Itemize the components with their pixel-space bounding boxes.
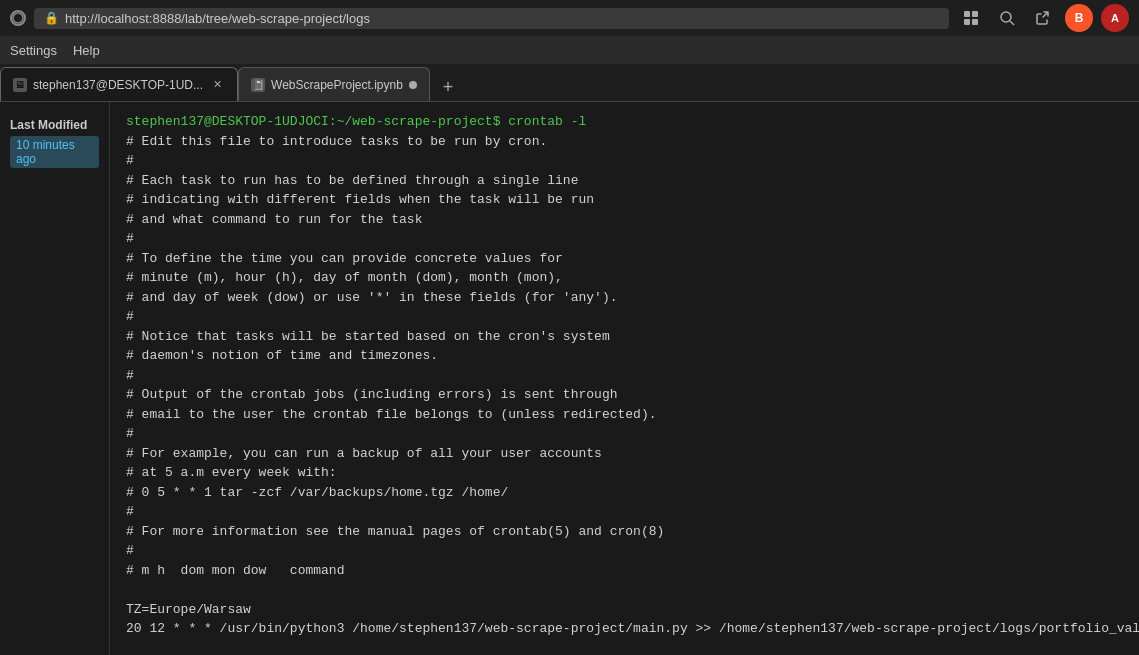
menu-bar: Settings Help: [0, 36, 1139, 64]
svg-rect-2: [972, 11, 978, 17]
zoom-button[interactable]: [993, 4, 1021, 32]
sidebar-last-modified: Last Modified 10 minutes ago: [0, 110, 109, 176]
terminal-line-13: # Output of the crontab jobs (including …: [126, 385, 1123, 405]
terminal-line-17: # at 5 a.m every week with:: [126, 463, 1123, 483]
terminal-line-3: # indicating with different fields when …: [126, 190, 1123, 210]
svg-point-5: [1001, 12, 1011, 22]
terminal-line-20: # For more information see the manual pa…: [126, 522, 1123, 542]
address-bar[interactable]: 🔒 http://localhost:8888/lab/tree/web-scr…: [34, 8, 949, 29]
new-tab-button[interactable]: +: [434, 73, 462, 101]
terminal-line-15: #: [126, 424, 1123, 444]
terminal-line-9: #: [126, 307, 1123, 327]
tab-notebook[interactable]: 📓 WebScrapeProject.ipynb: [238, 67, 430, 101]
terminal-line-6: # To define the time you can provide con…: [126, 249, 1123, 269]
main-content: Last Modified 10 minutes ago stephen137@…: [0, 102, 1139, 655]
terminal-line-10: # Notice that tasks will be started base…: [126, 327, 1123, 347]
terminal-area[interactable]: stephen137@DESKTOP-1UDJOCI:~/web-scrape-…: [110, 102, 1139, 655]
terminal-line-4: # and what command to run for the task: [126, 210, 1123, 230]
terminal-line-5: #: [126, 229, 1123, 249]
extensions-button[interactable]: [957, 4, 985, 32]
svg-point-0: [13, 13, 23, 23]
share-button[interactable]: [1029, 4, 1057, 32]
svg-rect-4: [972, 19, 978, 25]
terminal-line-16: # For example, you can run a backup of a…: [126, 444, 1123, 464]
tab-notebook-favicon: 📓: [251, 78, 265, 92]
tab-notebook-label: WebScrapeProject.ipynb: [271, 78, 403, 92]
last-modified-value: 10 minutes ago: [10, 136, 99, 168]
terminal-line-8: # and day of week (dow) or use '*' in th…: [126, 288, 1123, 308]
terminal-line-11: # daemon's notion of time and timezones.: [126, 346, 1123, 366]
tab-terminal-close[interactable]: ✕: [209, 77, 225, 93]
menu-settings[interactable]: Settings: [10, 43, 57, 58]
browser-icon: [10, 10, 26, 26]
terminal-line-19: #: [126, 502, 1123, 522]
tab-notebook-unsaved-dot: [409, 81, 417, 89]
svg-rect-3: [964, 19, 970, 25]
adblock-icon: A: [1101, 4, 1129, 32]
browser-chrome: 🔒 http://localhost:8888/lab/tree/web-scr…: [0, 0, 1139, 64]
tab-terminal[interactable]: 🖥 stephen137@DESKTOP-1UD... ✕: [0, 67, 238, 101]
terminal-line-12: #: [126, 366, 1123, 386]
terminal-blank: [126, 580, 1123, 600]
last-modified-label: Last Modified: [10, 118, 99, 132]
tab-bar: 🖥 stephen137@DESKTOP-1UD... ✕ 📓 WebScrap…: [0, 64, 1139, 102]
address-text: http://localhost:8888/lab/tree/web-scrap…: [65, 11, 370, 26]
browser-actions: B A: [957, 4, 1129, 32]
brave-icon: B: [1065, 4, 1093, 32]
terminal-line-21: #: [126, 541, 1123, 561]
terminal-prompt-1: stephen137@DESKTOP-1UDJOCI:~/web-scrape-…: [126, 112, 1123, 132]
terminal-line-7: # minute (m), hour (h), day of month (do…: [126, 268, 1123, 288]
terminal-line-1: #: [126, 151, 1123, 171]
terminal-tz: TZ=Europe/Warsaw: [126, 600, 1123, 620]
terminal-line-0: # Edit this file to introduce tasks to b…: [126, 132, 1123, 152]
menu-help[interactable]: Help: [73, 43, 100, 58]
terminal-prompt-2: stephen137@DESKTOP-1UDJOCI:~/web-scrape-…: [126, 639, 1123, 656]
tab-terminal-label: stephen137@DESKTOP-1UD...: [33, 78, 203, 92]
title-bar: 🔒 http://localhost:8888/lab/tree/web-scr…: [0, 0, 1139, 36]
svg-line-6: [1010, 21, 1014, 25]
terminal-line-2: # Each task to run has to be defined thr…: [126, 171, 1123, 191]
terminal-cron: 20 12 * * * /usr/bin/python3 /home/steph…: [126, 619, 1123, 639]
lock-icon: 🔒: [44, 11, 59, 25]
sidebar: Last Modified 10 minutes ago: [0, 102, 110, 655]
svg-rect-1: [964, 11, 970, 17]
tab-terminal-favicon: 🖥: [13, 78, 27, 92]
terminal-line-14: # email to the user the crontab file bel…: [126, 405, 1123, 425]
terminal-line-22: # m h dom mon dow command: [126, 561, 1123, 581]
terminal-line-18: # 0 5 * * 1 tar -zcf /var/backups/home.t…: [126, 483, 1123, 503]
